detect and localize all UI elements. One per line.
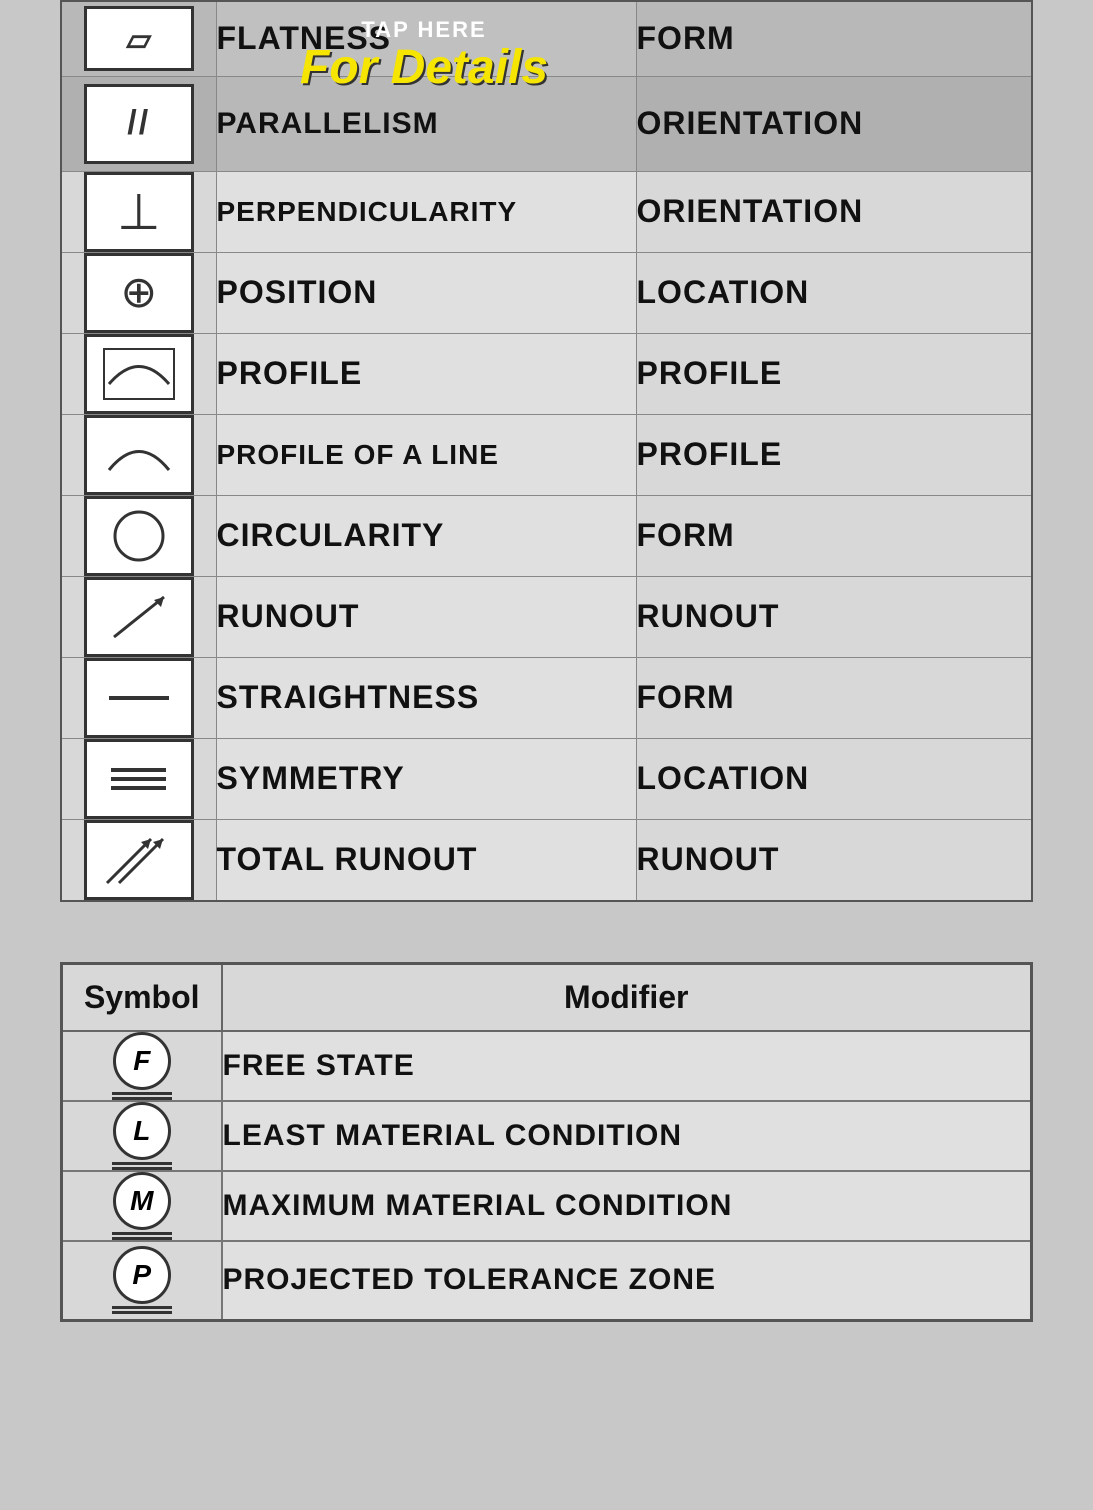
symbol-cell: ▱ <box>61 1 216 76</box>
straightness-type: FORM <box>636 657 1032 738</box>
runout-name: RUNOUT <box>216 576 636 657</box>
straightness-symbol-box <box>84 658 194 738</box>
ptz-icon: P <box>113 1246 171 1304</box>
lmc-symbol-cell: L <box>62 1101 222 1171</box>
lmc-name: LEAST MATERIAL CONDITION <box>222 1101 1032 1171</box>
parallelism-symbol-box: // <box>84 84 194 164</box>
free-state-name: FREE STATE <box>222 1031 1032 1101</box>
profile-type: PROFILE <box>636 333 1032 414</box>
geo-table-wrapper: ▱ FLATNESS FORM // PARALLELISM ORIENTATI… <box>0 0 1093 902</box>
table-row: PROFILE PROFILE <box>61 333 1032 414</box>
ptz-name: PROJECTED TOLERANCE ZONE <box>222 1241 1032 1321</box>
position-icon: ⊕ <box>120 267 157 318</box>
perpendicularity-symbol-box: ⊥ <box>84 172 194 252</box>
symbol-cell <box>61 333 216 414</box>
table-row: P PROJECTED TOLERANCE ZONE <box>62 1241 1032 1321</box>
symmetry-symbol-box <box>84 739 194 819</box>
straightness-name: STRAIGHTNESS <box>216 657 636 738</box>
ptz-symbol: P <box>112 1246 172 1314</box>
table-row: STRAIGHTNESS FORM <box>61 657 1032 738</box>
lmc-symbol: L <box>112 1102 172 1170</box>
table-row: ⊥ PERPENDICULARITY ORIENTATION <box>61 171 1032 252</box>
free-state-icon: F <box>113 1032 171 1090</box>
table-row: TOTAL RUNOUT RUNOUT <box>61 819 1032 901</box>
mmc-symbol-cell: M <box>62 1171 222 1241</box>
position-symbol-box: ⊕ <box>84 253 194 333</box>
symbol-cell <box>61 576 216 657</box>
modifier-table: Symbol Modifier F FREE STATE <box>60 962 1033 1323</box>
mmc-icon: M <box>113 1172 171 1230</box>
total-runout-type: RUNOUT <box>636 819 1032 901</box>
profile-line-name: PROFILE OF A LINE <box>216 414 636 495</box>
circularity-icon <box>99 501 179 571</box>
position-type: LOCATION <box>636 252 1032 333</box>
profile-symbol-box <box>84 334 194 414</box>
modifier-header-row: Symbol Modifier <box>62 963 1032 1031</box>
tap-here-label: TAP HERE <box>300 18 548 42</box>
table-row: F FREE STATE <box>62 1031 1032 1101</box>
symbol-cell <box>61 414 216 495</box>
total-runout-icon <box>99 825 179 895</box>
parallelism-icon: // <box>127 104 150 143</box>
table-row: RUNOUT RUNOUT <box>61 576 1032 657</box>
runout-symbol-box <box>84 577 194 657</box>
mmc-symbol: M <box>112 1172 172 1240</box>
symbol-cell: ⊕ <box>61 252 216 333</box>
free-state-symbol-cell: F <box>62 1031 222 1101</box>
circularity-symbol-box <box>84 496 194 576</box>
symmetry-type: LOCATION <box>636 738 1032 819</box>
profile-line-icon <box>99 425 179 485</box>
free-state-symbol: F <box>112 1032 172 1100</box>
flatness-symbol-box: ▱ <box>84 6 194 71</box>
geo-table: ▱ FLATNESS FORM // PARALLELISM ORIENTATI… <box>60 0 1033 902</box>
for-details-label: For Details <box>300 42 548 95</box>
runout-icon <box>99 582 179 652</box>
circularity-name: CIRCULARITY <box>216 495 636 576</box>
flatness-type: FORM <box>636 1 1032 76</box>
symbol-cell: ⊥ <box>61 171 216 252</box>
table-row: CIRCULARITY FORM <box>61 495 1032 576</box>
symbol-cell <box>61 657 216 738</box>
table-row: SYMMETRY LOCATION <box>61 738 1032 819</box>
mmc-name: MAXIMUM MATERIAL CONDITION <box>222 1171 1032 1241</box>
perpendicularity-icon: ⊥ <box>117 187 161 237</box>
symbol-cell <box>61 819 216 901</box>
circularity-type: FORM <box>636 495 1032 576</box>
table-row: PROFILE OF A LINE PROFILE <box>61 414 1032 495</box>
profile-name: PROFILE <box>216 333 636 414</box>
table-row: ⊕ POSITION LOCATION <box>61 252 1032 333</box>
profile-line-type: PROFILE <box>636 414 1032 495</box>
symmetry-name: SYMMETRY <box>216 738 636 819</box>
profile-surface-icon <box>99 344 179 404</box>
tap-banner[interactable]: TAP HERE For Details <box>300 18 548 95</box>
position-name: POSITION <box>216 252 636 333</box>
symmetry-icon <box>111 768 166 790</box>
profile-line-symbol-box <box>84 415 194 495</box>
lmc-icon: L <box>113 1102 171 1160</box>
flatness-icon: ▱ <box>126 20 151 58</box>
total-runout-symbol-box <box>84 820 194 900</box>
table-row: M MAXIMUM MATERIAL CONDITION <box>62 1171 1032 1241</box>
symbol-cell <box>61 738 216 819</box>
modifier-section: Symbol Modifier F FREE STATE <box>0 902 1093 1323</box>
modifier-symbol-header: Symbol <box>62 963 222 1031</box>
modifier-name-header: Modifier <box>222 963 1032 1031</box>
straightness-icon <box>99 663 179 733</box>
symbol-cell: // <box>61 76 216 171</box>
perpendicularity-type: ORIENTATION <box>636 171 1032 252</box>
parallelism-type: ORIENTATION <box>636 76 1032 171</box>
ptz-symbol-cell: P <box>62 1241 222 1321</box>
total-runout-name: TOTAL RUNOUT <box>216 819 636 901</box>
perpendicularity-name: PERPENDICULARITY <box>216 171 636 252</box>
table-row: L LEAST MATERIAL CONDITION <box>62 1101 1032 1171</box>
symbol-cell <box>61 495 216 576</box>
runout-type: RUNOUT <box>636 576 1032 657</box>
